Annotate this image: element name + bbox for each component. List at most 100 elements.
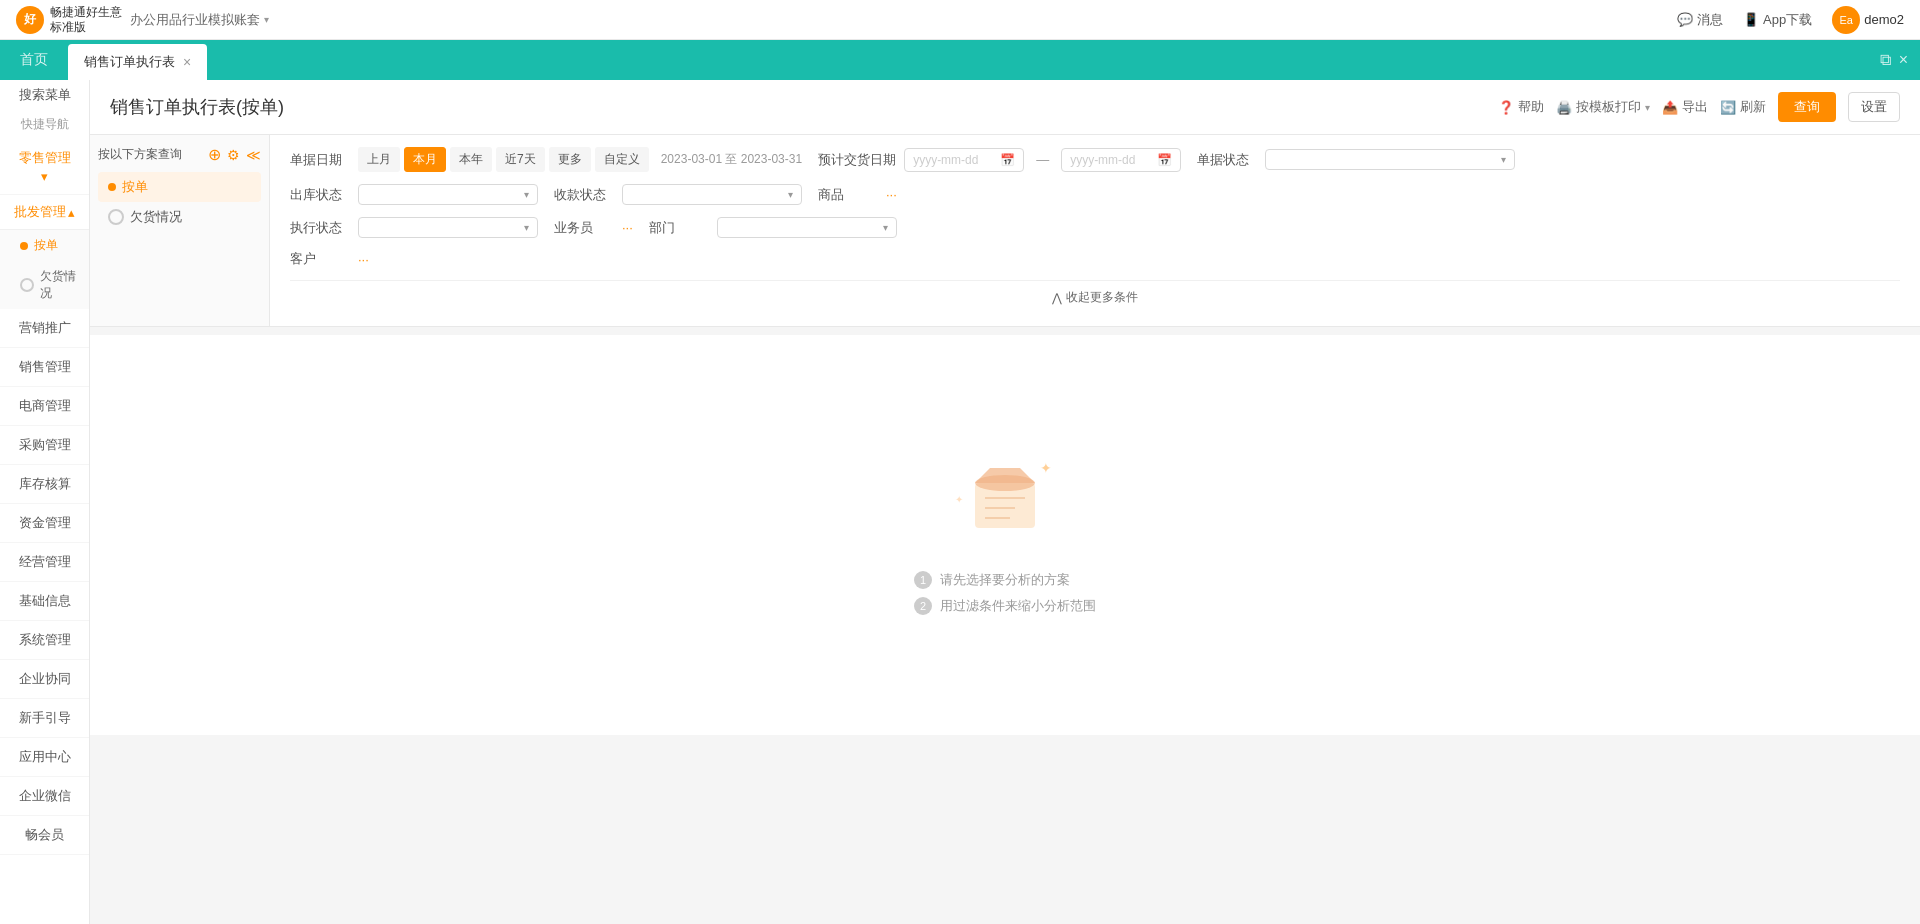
outbound-status-select[interactable]: ▾	[358, 184, 538, 205]
help-button[interactable]: ❓ 帮助	[1498, 98, 1544, 116]
filter-order-status-item: 单据状态 ▾	[1197, 149, 1515, 170]
date-btn-custom[interactable]: 自定义	[595, 147, 649, 172]
settings-button[interactable]: 设置	[1848, 92, 1900, 122]
page-header: 销售订单执行表(按单) ❓ 帮助 🖨️ 按模板打印 ▾ 📤 导出 🔄 刷新	[90, 80, 1920, 135]
filter-plan-item-press[interactable]: 按单	[98, 172, 261, 202]
sidebar-search[interactable]: 搜索菜单	[0, 80, 89, 110]
sidebar-item-appstore[interactable]: 应用中心	[0, 738, 89, 777]
topbar-right: 💬 消息 📱 App下载 Ea demo2	[1677, 6, 1904, 34]
sidebar-item-marketing[interactable]: 营销推广	[0, 309, 89, 348]
logo-icon: 好	[16, 6, 44, 34]
payment-status-select[interactable]: ▾	[622, 184, 802, 205]
filter-date-range: 2023-03-01 至 2023-03-31	[661, 151, 802, 168]
filter-salesperson-item: 业务员 ···	[554, 219, 633, 237]
filter-payment-label: 收款状态	[554, 186, 614, 204]
sidebar-nav-label[interactable]: 快捷导航	[0, 110, 89, 139]
refresh-button[interactable]: 🔄 刷新	[1720, 98, 1766, 116]
filter-expected-date-label: 预计交货日期	[818, 151, 896, 169]
tab-home[interactable]: 首页	[0, 40, 68, 80]
sidebar-item-purchase[interactable]: 采购管理	[0, 426, 89, 465]
sidebar-item-cooperation[interactable]: 企业协同	[0, 660, 89, 699]
sidebar-item-base[interactable]: 基础信息	[0, 582, 89, 621]
filter-row-2: 出库状态 ▾ 收款状态 ▾	[290, 184, 1900, 205]
collapse-button[interactable]: ⋀ 收起更多条件	[1052, 289, 1138, 306]
order-status-chevron-icon: ▾	[1501, 154, 1506, 165]
retail-chevron-icon: ▾	[41, 169, 48, 184]
content-area: 销售订单执行表(按单) ❓ 帮助 🖨️ 按模板打印 ▾ 📤 导出 🔄 刷新	[90, 80, 1920, 924]
expected-date-end-input[interactable]: yyyy-mm-dd 📅	[1061, 148, 1181, 172]
message-icon: 💬	[1677, 12, 1693, 27]
filter-collapse: ⋀ 收起更多条件	[290, 280, 1900, 314]
outbound-chevron-icon: ▾	[524, 189, 529, 200]
date-btn-7days[interactable]: 近7天	[496, 147, 545, 172]
user-profile[interactable]: Ea demo2	[1832, 6, 1904, 34]
sidebar-item-inventory[interactable]: 库存核算	[0, 465, 89, 504]
sidebar-item-wholesale[interactable]: 批发管理 ▴	[0, 195, 89, 230]
svg-text:✦: ✦	[1040, 460, 1052, 476]
dept-select[interactable]: ▾	[717, 217, 897, 238]
tab-close-icon[interactable]: ×	[183, 54, 191, 70]
wholesale-label: 批发管理	[14, 203, 66, 221]
tabbar-window-controls: ⧉ ×	[1880, 40, 1920, 80]
refresh-icon: 🔄	[1720, 100, 1736, 115]
print-chevron-icon: ▾	[1645, 102, 1650, 113]
page-title: 销售订单执行表(按单)	[110, 95, 284, 119]
print-button[interactable]: 🖨️ 按模板打印 ▾	[1556, 98, 1650, 116]
sidebar-item-wechat[interactable]: 企业微信	[0, 777, 89, 816]
sidebar-item-finance[interactable]: 资金管理	[0, 504, 89, 543]
sidebar-sub-menu: 按单 欠货情况	[0, 230, 89, 309]
message-action[interactable]: 💬 消息	[1677, 11, 1723, 29]
sidebar-item-retail[interactable]: 零售管理 ▾	[0, 139, 89, 195]
filter-payment-item: 收款状态 ▾	[554, 184, 802, 205]
sidebar-item-system[interactable]: 系统管理	[0, 621, 89, 660]
expected-date-start-input[interactable]: yyyy-mm-dd 📅	[904, 148, 1024, 172]
sidebar-item-operation[interactable]: 经营管理	[0, 543, 89, 582]
svg-text:✦: ✦	[955, 494, 963, 505]
date-btn-prev-month[interactable]: 上月	[358, 147, 400, 172]
plan-inactive-ring-icon	[108, 209, 124, 225]
export-button[interactable]: 📤 导出	[1662, 98, 1708, 116]
dept-chevron-icon: ▾	[883, 222, 888, 233]
date-btn-curr-year[interactable]: 本年	[450, 147, 492, 172]
order-status-select[interactable]: ▾	[1265, 149, 1515, 170]
sidebar-item-member[interactable]: 畅会员	[0, 816, 89, 855]
sidebar-item-sales[interactable]: 销售管理	[0, 348, 89, 387]
empty-state-tips: 1 请先选择要分析的方案 2 用过滤条件来缩小分析范围	[914, 571, 1096, 623]
filter-goods-label: 商品	[818, 186, 878, 204]
filter-customer-label: 客户	[290, 250, 350, 268]
sidebar-item-guide[interactable]: 新手引导	[0, 699, 89, 738]
goods-more-icon[interactable]: ···	[886, 187, 897, 202]
collapse-up-icon: ⋀	[1052, 291, 1062, 305]
filter-panel: 按以下方案查询 ⊕ ⚙ ≪ 按单 欠货情况	[90, 135, 1920, 327]
restore-window-button[interactable]: ⧉	[1880, 51, 1891, 69]
date-separator: —	[1036, 152, 1049, 167]
app-download-action[interactable]: 📱 App下载	[1743, 11, 1812, 29]
sidebar-sub-item-press[interactable]: 按单	[0, 230, 89, 261]
date-btn-more[interactable]: 更多	[549, 147, 591, 172]
tab-sales-order-execution[interactable]: 销售订单执行表 ×	[68, 44, 207, 80]
calendar-end-icon: 📅	[1157, 153, 1172, 167]
topbar-title[interactable]: 办公用品行业模拟账套 ▾	[130, 11, 269, 29]
filter-plan-item-arrears[interactable]: 欠货情况	[98, 202, 261, 232]
sidebar-item-ecommerce[interactable]: 电商管理	[0, 387, 89, 426]
filter-date-group: 上月 本月 本年 近7天 更多 自定义	[358, 147, 649, 172]
salesperson-more-icon[interactable]: ···	[622, 220, 633, 235]
filter-outbound-label: 出库状态	[290, 186, 350, 204]
settings-plan-icon[interactable]: ⚙	[227, 147, 240, 163]
query-button[interactable]: 查询	[1778, 92, 1836, 122]
collapse-plan-icon[interactable]: ≪	[246, 147, 261, 163]
sidebar-sub-item-arrears[interactable]: 欠货情况	[0, 261, 89, 309]
customer-more-icon[interactable]: ···	[358, 252, 369, 267]
topbar-title-arrow-icon: ▾	[264, 14, 269, 25]
execution-status-select[interactable]: ▾	[358, 217, 538, 238]
filter-plan-icons: ⊕ ⚙ ≪	[208, 145, 261, 164]
date-btn-curr-month[interactable]: 本月	[404, 147, 446, 172]
print-icon: 🖨️	[1556, 100, 1572, 115]
plan-active-dot-icon	[108, 183, 116, 191]
filter-expected-date-item: 预计交货日期 yyyy-mm-dd 📅 — yyyy-mm-dd 📅	[818, 148, 1181, 172]
filter-dept-label: 部门	[649, 219, 709, 237]
logo-text: 畅捷通好生意 标准版	[50, 5, 122, 34]
add-plan-icon[interactable]: ⊕	[208, 145, 221, 164]
main-layout: 搜索菜单 快捷导航 零售管理 ▾ 批发管理 ▴ 按单 欠货情况 营销推广 销售管…	[0, 80, 1920, 924]
close-window-button[interactable]: ×	[1899, 51, 1908, 69]
